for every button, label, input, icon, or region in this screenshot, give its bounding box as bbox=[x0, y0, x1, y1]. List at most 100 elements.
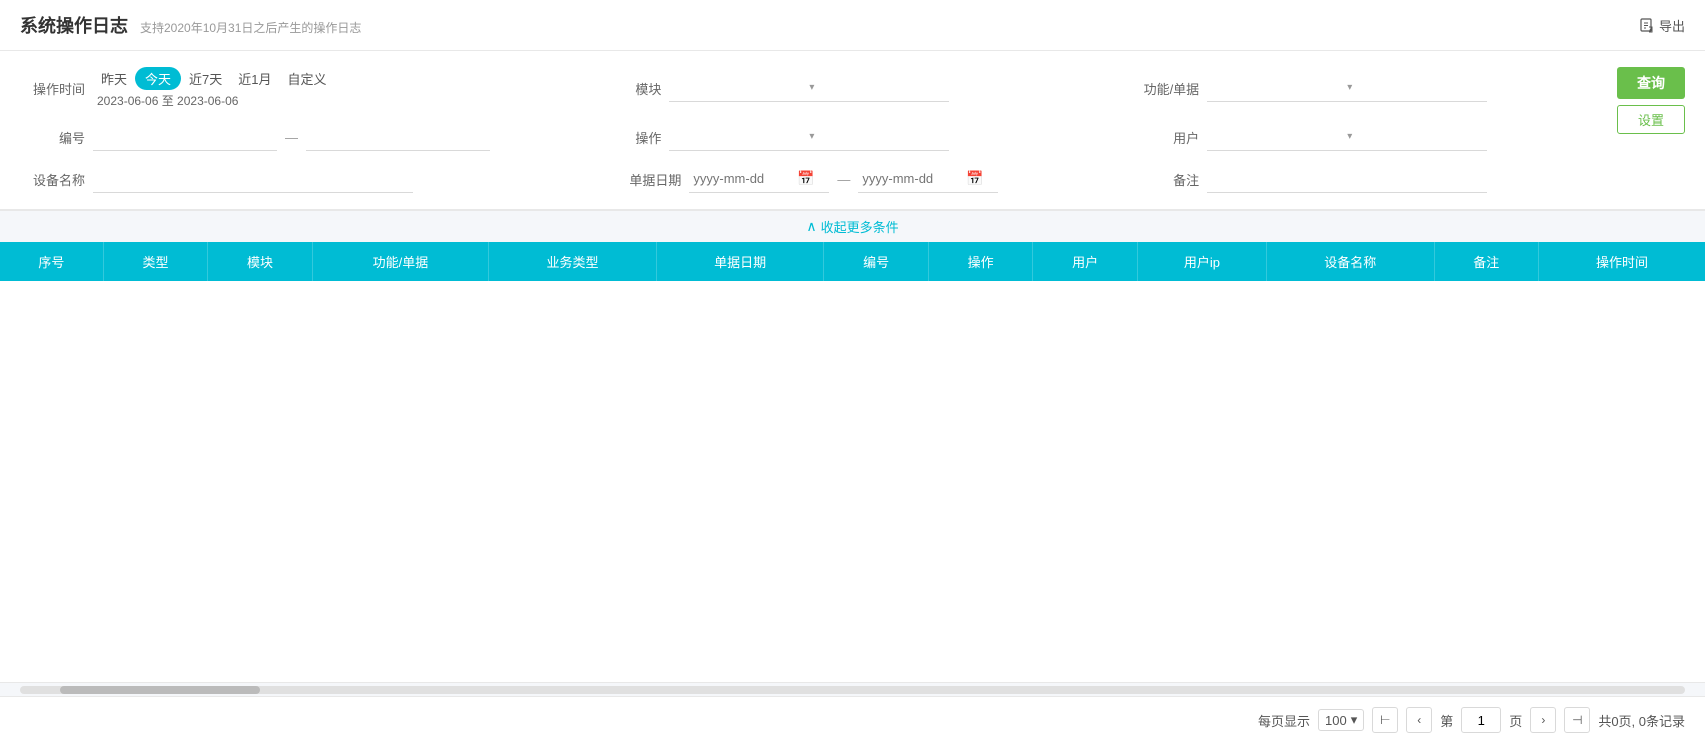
pagination: 每页显示 100 ▾ ⊢ ‹ 第 页 › ⊣ 共0页, 0条记录 bbox=[0, 696, 1705, 743]
col-voucher-date: 单据日期 bbox=[656, 242, 824, 281]
col-business-type: 业务类型 bbox=[489, 242, 657, 281]
user-filter-col: 用户 ▾ bbox=[1129, 123, 1597, 151]
function-filter-col: 功能/单据 ▾ bbox=[1129, 74, 1597, 102]
time-btn-custom[interactable]: 自定义 bbox=[280, 67, 335, 90]
function-select[interactable]: ▾ bbox=[1207, 74, 1487, 102]
filter-left: 操作时间 昨天 今天 近7天 近1月 自定义 2023-06-06 至 2023… bbox=[20, 67, 1597, 193]
data-table: 序号 类型 模块 功能/单据 业务类型 单据日期 编号 操作 用户 用户ip 设… bbox=[0, 242, 1705, 281]
operation-label: 操作 bbox=[621, 128, 661, 147]
operation-chevron-icon: ▾ bbox=[809, 131, 945, 142]
col-type: 类型 bbox=[103, 242, 207, 281]
module-select[interactable]: ▾ bbox=[669, 74, 949, 102]
device-label: 设备名称 bbox=[20, 170, 85, 189]
voucher-date-label: 单据日期 bbox=[621, 170, 681, 189]
per-page-label: 每页显示 bbox=[1258, 711, 1310, 730]
page-prev-icon: ‹ bbox=[1417, 713, 1421, 727]
number-start-input[interactable] bbox=[93, 123, 277, 151]
page-size-select[interactable]: 100 ▾ bbox=[1318, 709, 1364, 731]
time-btn-7days[interactable]: 近7天 bbox=[181, 67, 230, 90]
operation-filter-col: 操作 ▾ bbox=[621, 123, 1089, 151]
col-sequence: 序号 bbox=[0, 242, 103, 281]
device-filter-col: 设备名称 bbox=[20, 165, 581, 193]
time-btn-yesterday[interactable]: 昨天 bbox=[93, 67, 135, 90]
filter-row-2: 编号 — 操作 ▾ 用户 bbox=[20, 123, 1597, 151]
module-chevron-icon: ▾ bbox=[809, 82, 945, 93]
device-input[interactable] bbox=[93, 165, 413, 193]
calendar-end-icon[interactable]: 📅 bbox=[966, 170, 983, 187]
calendar-start-icon[interactable]: 📅 bbox=[797, 170, 814, 187]
page-prev-button[interactable]: ‹ bbox=[1406, 707, 1432, 733]
time-label: 操作时间 bbox=[20, 79, 85, 98]
user-chevron-icon: ▾ bbox=[1347, 131, 1483, 142]
function-label: 功能/单据 bbox=[1129, 79, 1199, 98]
date-end-input[interactable] bbox=[862, 171, 962, 186]
time-btn-today[interactable]: 今天 bbox=[135, 67, 181, 90]
filter-row-3: 设备名称 单据日期 📅 — 📅 bbox=[20, 165, 1597, 193]
page-label: 第 bbox=[1440, 711, 1453, 730]
collapse-label: 收起更多条件 bbox=[821, 217, 899, 236]
export-label: 导出 bbox=[1659, 16, 1685, 35]
query-button[interactable]: 查询 bbox=[1617, 67, 1685, 99]
remark-filter-col: 备注 bbox=[1129, 165, 1597, 193]
settings-button[interactable]: 设置 bbox=[1617, 105, 1685, 134]
col-user: 用户 bbox=[1033, 242, 1137, 281]
date-start-wrap: 📅 bbox=[689, 165, 829, 193]
user-select[interactable]: ▾ bbox=[1207, 123, 1487, 151]
user-label: 用户 bbox=[1129, 128, 1199, 147]
number-filter-col: 编号 — bbox=[20, 123, 581, 151]
table-header: 序号 类型 模块 功能/单据 业务类型 单据日期 编号 操作 用户 用户ip 设… bbox=[0, 242, 1705, 281]
scrollbar-area[interactable] bbox=[0, 682, 1705, 696]
date-dash: — bbox=[837, 172, 850, 187]
header-left: 系统操作日志 支持2020年10月31日之后产生的操作日志 bbox=[20, 12, 361, 38]
export-icon bbox=[1639, 17, 1655, 33]
scrollbar-thumb[interactable] bbox=[60, 686, 260, 694]
col-number: 编号 bbox=[824, 242, 928, 281]
page-total: 共0页, 0条记录 bbox=[1598, 711, 1685, 730]
table-wrap: 序号 类型 模块 功能/单据 业务类型 单据日期 编号 操作 用户 用户ip 设… bbox=[0, 242, 1705, 682]
filter-area: 操作时间 昨天 今天 近7天 近1月 自定义 2023-06-06 至 2023… bbox=[0, 51, 1705, 210]
page-subtitle: 支持2020年10月31日之后产生的操作日志 bbox=[140, 19, 361, 36]
page-last-button[interactable]: ⊣ bbox=[1564, 707, 1590, 733]
col-operation-time: 操作时间 bbox=[1539, 242, 1705, 281]
date-end-wrap: 📅 bbox=[858, 165, 998, 193]
page-first-icon: ⊢ bbox=[1380, 713, 1390, 727]
time-range-display: 2023-06-06 至 2023-06-06 bbox=[97, 92, 335, 109]
empty-area bbox=[0, 281, 1705, 621]
table-header-row: 序号 类型 模块 功能/单据 业务类型 单据日期 编号 操作 用户 用户ip 设… bbox=[0, 242, 1705, 281]
page-next-icon: › bbox=[1541, 713, 1545, 727]
page-unit: 页 bbox=[1509, 711, 1522, 730]
module-filter-col: 模块 ▾ bbox=[621, 74, 1089, 102]
page-container: 系统操作日志 支持2020年10月31日之后产生的操作日志 导出 bbox=[0, 0, 1705, 743]
page-size-chevron-icon: ▾ bbox=[1351, 712, 1358, 728]
page-last-icon: ⊣ bbox=[1572, 713, 1582, 727]
number-dash: — bbox=[285, 130, 298, 145]
page-size-value: 100 bbox=[1325, 713, 1347, 728]
scrollbar-track bbox=[20, 686, 1685, 694]
col-module: 模块 bbox=[208, 242, 312, 281]
collapse-chevron-icon: ∧ bbox=[806, 218, 816, 235]
number-end-input[interactable] bbox=[306, 123, 490, 151]
remark-label: 备注 bbox=[1129, 170, 1199, 189]
number-label: 编号 bbox=[20, 128, 85, 147]
col-remark: 备注 bbox=[1434, 242, 1538, 281]
col-user-ip: 用户ip bbox=[1137, 242, 1266, 281]
remark-input[interactable] bbox=[1207, 165, 1487, 193]
export-button[interactable]: 导出 bbox=[1639, 16, 1685, 35]
time-filter-group: 昨天 今天 近7天 近1月 自定义 bbox=[93, 67, 335, 90]
function-chevron-icon: ▾ bbox=[1347, 82, 1483, 93]
page-first-button[interactable]: ⊢ bbox=[1372, 707, 1398, 733]
module-label: 模块 bbox=[621, 79, 661, 98]
filter-actions: 查询 设置 bbox=[1597, 67, 1685, 134]
voucher-date-col: 单据日期 📅 — 📅 bbox=[621, 165, 1089, 193]
col-operation: 操作 bbox=[928, 242, 1032, 281]
date-start-input[interactable] bbox=[693, 171, 793, 186]
page-header: 系统操作日志 支持2020年10月31日之后产生的操作日志 导出 bbox=[0, 0, 1705, 51]
time-filter-col: 操作时间 昨天 今天 近7天 近1月 自定义 2023-06-06 至 2023… bbox=[20, 67, 581, 109]
page-next-button[interactable]: › bbox=[1530, 707, 1556, 733]
collapse-bar[interactable]: ∧ 收起更多条件 bbox=[0, 210, 1705, 242]
page-number-input[interactable] bbox=[1461, 707, 1501, 733]
col-device: 设备名称 bbox=[1266, 242, 1434, 281]
operation-select[interactable]: ▾ bbox=[669, 123, 949, 151]
time-btn-1month[interactable]: 近1月 bbox=[230, 67, 279, 90]
col-function: 功能/单据 bbox=[312, 242, 488, 281]
